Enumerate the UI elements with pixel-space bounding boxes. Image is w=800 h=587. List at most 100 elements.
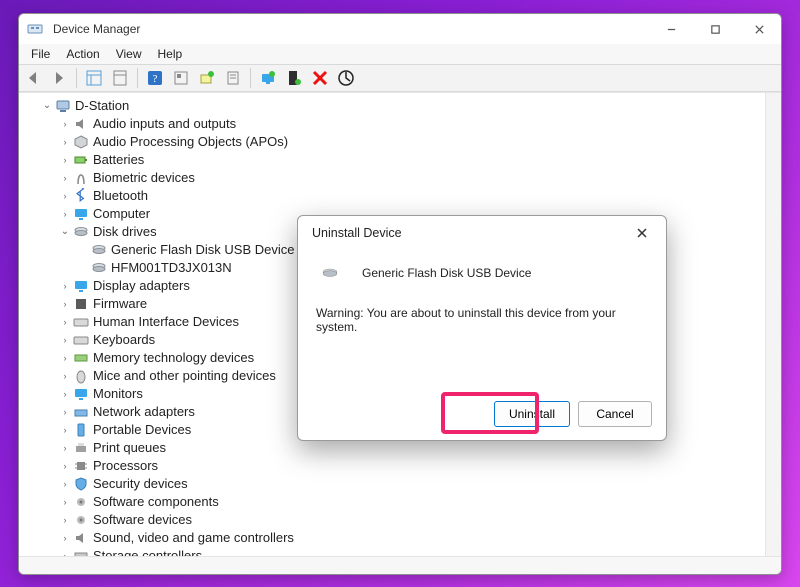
update-driver-icon[interactable]: [256, 66, 280, 90]
dialog-titlebar: Uninstall Device: [298, 216, 666, 250]
toolbar-button[interactable]: [169, 66, 193, 90]
tree-spacer: [77, 244, 89, 256]
bluetooth-icon: [73, 188, 89, 204]
scan-hardware-icon[interactable]: [195, 66, 219, 90]
tree-item-label: Portable Devices: [93, 421, 191, 439]
tree-item[interactable]: Security devices: [19, 475, 781, 493]
expand-toggle-icon[interactable]: [59, 478, 71, 490]
tree-item[interactable]: Processors: [19, 457, 781, 475]
expand-toggle-icon[interactable]: [59, 388, 71, 400]
show-hidden-icon[interactable]: [82, 66, 106, 90]
expand-toggle-icon[interactable]: [59, 316, 71, 328]
window-title: Device Manager: [53, 22, 140, 36]
back-button[interactable]: [21, 66, 45, 90]
speaker-icon: [73, 116, 89, 132]
keyboard-icon: [73, 332, 89, 348]
drive-icon: [91, 242, 107, 258]
tree-item[interactable]: Print queues: [19, 439, 781, 457]
tree-item-label: Bluetooth: [93, 187, 148, 205]
finger-icon: [73, 170, 89, 186]
expand-toggle-icon[interactable]: [59, 532, 71, 544]
scrollbar[interactable]: [765, 93, 781, 556]
tree-item[interactable]: Biometric devices: [19, 169, 781, 187]
app-icon: [27, 21, 43, 37]
expand-toggle-icon[interactable]: [59, 118, 71, 130]
monitor-icon: [73, 386, 89, 402]
portable-icon: [73, 422, 89, 438]
menu-view[interactable]: View: [108, 45, 150, 63]
drive-icon: [91, 260, 107, 276]
tree-item[interactable]: Batteries: [19, 151, 781, 169]
drive-icon: [73, 224, 89, 240]
tree-item-label: Network adapters: [93, 403, 195, 421]
speaker-icon: [73, 530, 89, 546]
expand-toggle-icon[interactable]: [59, 514, 71, 526]
tree-item-label: Print queues: [93, 439, 166, 457]
tree-item[interactable]: Sound, video and game controllers: [19, 529, 781, 547]
mouse-icon: [73, 368, 89, 384]
expand-toggle-icon[interactable]: [41, 100, 53, 112]
tree-item-label: HFM001TD3JX013N: [111, 259, 232, 277]
close-button[interactable]: [737, 14, 781, 44]
expand-toggle-icon[interactable]: [59, 334, 71, 346]
expand-toggle-icon[interactable]: [59, 298, 71, 310]
expand-toggle-icon[interactable]: [59, 190, 71, 202]
disable-device-icon[interactable]: [334, 66, 358, 90]
tree-item-label: Batteries: [93, 151, 144, 169]
menu-file[interactable]: File: [23, 45, 58, 63]
dialog-close-button[interactable]: [628, 219, 656, 247]
tree-item-label: Biometric devices: [93, 169, 195, 187]
dialog-title: Uninstall Device: [312, 226, 402, 240]
tree-item-label: Mice and other pointing devices: [93, 367, 276, 385]
tree-item-label: Display adapters: [93, 277, 190, 295]
tree-item-label: Disk drives: [93, 223, 157, 241]
toolbar-button[interactable]: [282, 66, 306, 90]
expand-toggle-icon[interactable]: [59, 442, 71, 454]
uninstall-button[interactable]: Uninstall: [494, 401, 570, 427]
tree-root[interactable]: D-Station: [19, 97, 781, 115]
expand-toggle-icon[interactable]: [59, 154, 71, 166]
cube-icon: [73, 134, 89, 150]
expand-toggle-icon[interactable]: [59, 280, 71, 292]
forward-button[interactable]: [47, 66, 71, 90]
menu-action[interactable]: Action: [58, 45, 107, 63]
tree-item-label: Security devices: [93, 475, 188, 493]
expand-toggle-icon[interactable]: [59, 406, 71, 418]
maximize-button[interactable]: [693, 14, 737, 44]
uninstall-device-icon[interactable]: [308, 66, 332, 90]
help-icon[interactable]: ?: [143, 66, 167, 90]
tree-item-label: Memory technology devices: [93, 349, 254, 367]
menu-help[interactable]: Help: [150, 45, 191, 63]
tree-item[interactable]: Software components: [19, 493, 781, 511]
dialog-device-name: Generic Flash Disk USB Device: [362, 266, 531, 280]
tree-item[interactable]: Bluetooth: [19, 187, 781, 205]
titlebar: Device Manager: [19, 14, 781, 44]
monitor-icon: [73, 206, 89, 222]
expand-toggle-icon[interactable]: [59, 460, 71, 472]
disk-drive-icon: [316, 262, 344, 284]
expand-toggle-icon[interactable]: [59, 226, 71, 238]
expand-toggle-icon[interactable]: [59, 208, 71, 220]
toolbar: ?: [19, 64, 781, 92]
battery-icon: [73, 152, 89, 168]
shield-icon: [73, 476, 89, 492]
expand-toggle-icon[interactable]: [59, 136, 71, 148]
minimize-button[interactable]: [649, 14, 693, 44]
expand-toggle-icon[interactable]: [59, 424, 71, 436]
tree-item[interactable]: Audio inputs and outputs: [19, 115, 781, 133]
tree-item[interactable]: Audio Processing Objects (APOs): [19, 133, 781, 151]
uninstall-device-dialog: Uninstall Device Generic Flash Disk USB …: [297, 215, 667, 441]
toolbar-button[interactable]: [221, 66, 245, 90]
tree-item[interactable]: Software devices: [19, 511, 781, 529]
memory-icon: [73, 350, 89, 366]
expand-toggle-icon[interactable]: [59, 370, 71, 382]
gear-icon: [73, 494, 89, 510]
expand-toggle-icon[interactable]: [59, 496, 71, 508]
tree-item-label: Human Interface Devices: [93, 313, 239, 331]
cancel-button[interactable]: Cancel: [578, 401, 652, 427]
toolbar-button[interactable]: [108, 66, 132, 90]
computer-icon: [55, 98, 71, 114]
keyboard-icon: [73, 314, 89, 330]
expand-toggle-icon[interactable]: [59, 172, 71, 184]
expand-toggle-icon[interactable]: [59, 352, 71, 364]
